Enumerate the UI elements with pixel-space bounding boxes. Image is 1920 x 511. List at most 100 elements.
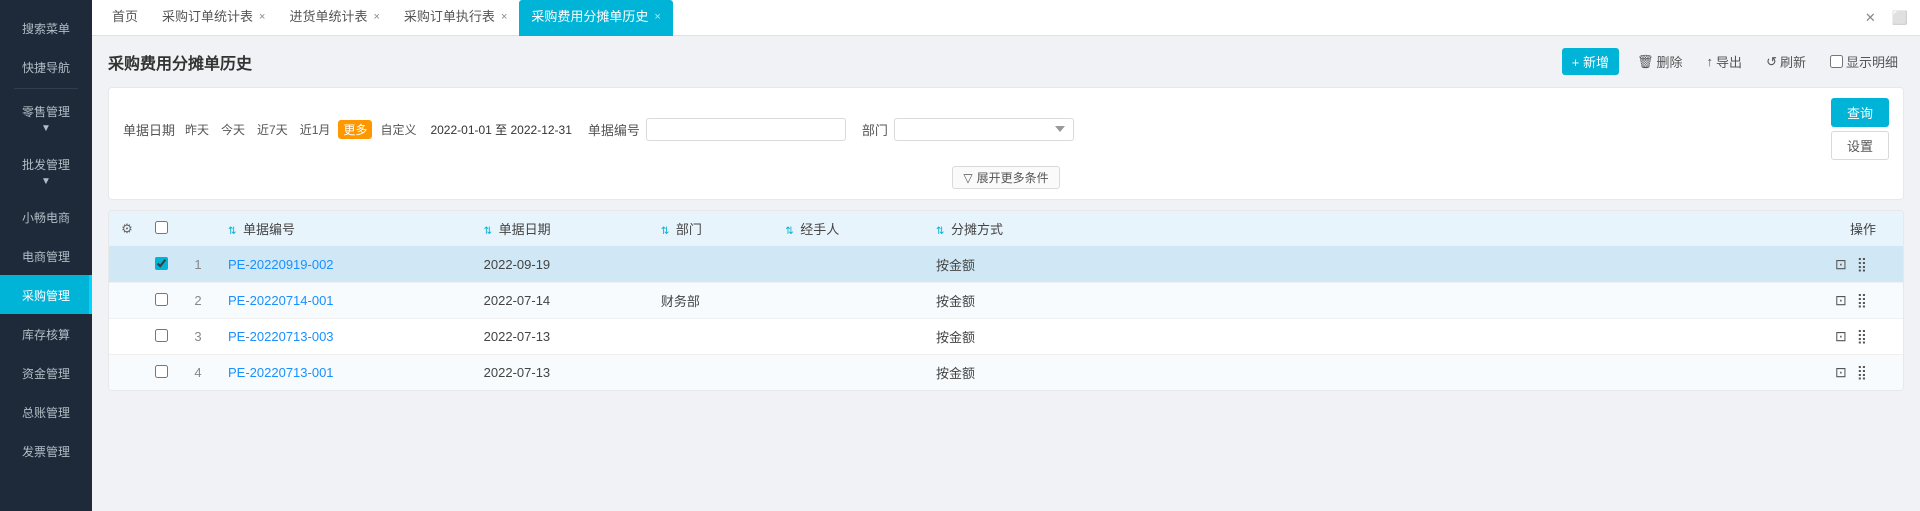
row-checkbox-3[interactable] [155, 329, 168, 342]
row-view-btn-4[interactable]: ⊡ [1833, 362, 1849, 383]
tab-goods-stats[interactable]: 进货单统计表 × [277, 0, 391, 36]
row-more-btn-1[interactable]: ⣿ [1855, 254, 1869, 275]
row-docno-2: PE-20220714-001 [218, 283, 474, 319]
sidebar-item-shortcuts[interactable]: 快捷导航 [0, 47, 92, 86]
sort-icon-handler: ⇅ [785, 226, 793, 237]
row-actions-2: ⊡ ⣿ [1823, 283, 1903, 319]
row-num-3: 3 [178, 319, 218, 355]
row-actions-group-2: ⊡ ⣿ [1833, 290, 1893, 311]
restore-window-button[interactable]: ⬜ [1888, 8, 1912, 28]
th-checkbox [145, 211, 178, 247]
th-num [178, 211, 218, 247]
shortcut-custom[interactable]: 自定义 [376, 120, 420, 139]
table-row: 3 PE-20220713-003 2022-07-13 按金额 ⊡ ⣿ [109, 319, 1903, 355]
page-title: 采购费用分摊单历史 [108, 50, 252, 74]
main-content: 首页 采购订单统计表 × 进货单统计表 × 采购订单执行表 × 采购费用分摊单历… [92, 0, 1920, 511]
row-checkbox-cell-2 [145, 283, 178, 319]
gear-icon[interactable]: ⚙ [121, 221, 133, 236]
row-dept-3 [651, 319, 775, 355]
row-docno-link-4[interactable]: PE-20220713-001 [228, 365, 334, 380]
row-docno-1: PE-20220919-002 [218, 247, 474, 283]
show-columns-button[interactable]: 显示明细 [1824, 49, 1904, 74]
row-docno-link-1[interactable]: PE-20220919-002 [228, 257, 334, 272]
close-window-button[interactable]: ✕ [1861, 8, 1880, 28]
date-shortcuts: 昨天 今天 近7天 近1月 更多 自定义 [181, 120, 420, 139]
shortcut-7days[interactable]: 近7天 [253, 120, 292, 139]
th-handler: ⇅ 经手人 [775, 211, 926, 247]
row-view-btn-2[interactable]: ⊡ [1833, 290, 1849, 311]
row-more-btn-4[interactable]: ⣿ [1855, 362, 1869, 383]
th-dept: ⇅ 部门 [651, 211, 775, 247]
tab-close-purchase-exec[interactable]: × [501, 0, 507, 35]
tab-purchase-cost-history[interactable]: 采购费用分摊单历史 × [519, 0, 672, 36]
row-actions-4: ⊡ ⣿ [1823, 355, 1903, 391]
settings-button[interactable]: 设置 [1831, 131, 1889, 160]
filter-expand-row: ▽ 展开更多条件 [123, 166, 1889, 189]
tab-close-purchase-stats[interactable]: × [259, 0, 265, 35]
data-table: ⚙ ⇅ 单据编号 ⇅ 单据日期 [109, 211, 1903, 390]
sidebar-item-purchase[interactable]: 采购管理 [0, 275, 92, 314]
export-button[interactable]: ↑ 导出 [1701, 49, 1749, 74]
filter-section: 单据日期 昨天 今天 近7天 近1月 更多 自定义 2022-01-01 至 2… [108, 87, 1904, 200]
select-all-checkbox[interactable] [155, 221, 168, 234]
row-num-2: 2 [178, 283, 218, 319]
tab-close-goods-stats[interactable]: × [373, 0, 379, 35]
tab-close-cost-history[interactable]: × [654, 0, 660, 35]
row-more-btn-2[interactable]: ⣿ [1855, 290, 1869, 311]
sidebar: 搜索菜单 快捷导航 零售管理 ▼ 批发管理 ▼ 小畅电商 电商管理 采购管理 库… [0, 0, 92, 511]
dept-select[interactable]: 财务部 [894, 118, 1074, 141]
sidebar-item-invoice[interactable]: 发票管理 [0, 431, 92, 470]
row-handler-2 [775, 283, 926, 319]
row-docno-link-3[interactable]: PE-20220713-003 [228, 329, 334, 344]
sidebar-item-ledger[interactable]: 总账管理 [0, 392, 92, 431]
header-actions: + 新增 🗑 删除 ↑ 导出 ↺ 刷新 显示明细 [1562, 48, 1904, 75]
row-method-3: 按金额 [926, 319, 1823, 355]
row-num-1: 1 [178, 247, 218, 283]
sidebar-item-ecom-small[interactable]: 小畅电商 [0, 197, 92, 236]
shortcut-yesterday[interactable]: 昨天 [181, 120, 213, 139]
row-date-1: 2022-09-19 [474, 247, 651, 283]
sidebar-item-search[interactable]: 搜索菜单 [0, 8, 92, 47]
row-dept-2: 财务部 [651, 283, 775, 319]
row-checkbox-4[interactable] [155, 365, 168, 378]
delete-icon: 🗑 [1637, 54, 1654, 70]
shortcut-today[interactable]: 今天 [217, 120, 249, 139]
query-button[interactable]: 查询 [1831, 98, 1889, 127]
dept-select-wrap: 财务部 [894, 118, 1074, 141]
refresh-icon: ↺ [1766, 54, 1777, 70]
show-columns-checkbox[interactable] [1830, 55, 1843, 68]
table-row: 2 PE-20220714-001 2022-07-14 财务部 按金额 ⊡ ⣿ [109, 283, 1903, 319]
row-view-btn-3[interactable]: ⊡ [1833, 326, 1849, 347]
tab-home[interactable]: 首页 [100, 0, 150, 36]
sidebar-item-inventory[interactable]: 库存核算 [0, 314, 92, 353]
row-actions-3: ⊡ ⣿ [1823, 319, 1903, 355]
sidebar-item-retail[interactable]: 零售管理 ▼ [0, 91, 92, 144]
expand-more-button[interactable]: ▽ 展开更多条件 [952, 166, 1059, 189]
tab-purchase-exec[interactable]: 采购订单执行表 × [392, 0, 519, 36]
docno-label: 单据编号 [588, 120, 640, 139]
row-checkbox-1[interactable] [155, 257, 168, 270]
row-gear-1 [109, 247, 145, 283]
row-view-btn-1[interactable]: ⊡ [1833, 254, 1849, 275]
row-more-btn-3[interactable]: ⣿ [1855, 326, 1869, 347]
row-checkbox-cell-3 [145, 319, 178, 355]
sidebar-item-ecom[interactable]: 电商管理 [0, 236, 92, 275]
row-handler-1 [775, 247, 926, 283]
delete-button[interactable]: 🗑 删除 [1631, 49, 1689, 74]
row-checkbox-2[interactable] [155, 293, 168, 306]
shortcut-1month[interactable]: 近1月 [296, 120, 335, 139]
docno-input[interactable] [646, 118, 846, 141]
refresh-button[interactable]: ↺ 刷新 [1760, 49, 1812, 74]
chevron-down-icon: ▼ [41, 123, 51, 134]
tab-purchase-stats[interactable]: 采购订单统计表 × [150, 0, 277, 36]
th-method: ⇅ 分摊方式 [926, 211, 1823, 247]
shortcut-more[interactable]: 更多 [338, 120, 372, 139]
sidebar-item-wholesale[interactable]: 批发管理 ▼ [0, 144, 92, 197]
table-body: 1 PE-20220919-002 2022-09-19 按金额 ⊡ ⣿ 2 P… [109, 247, 1903, 391]
row-docno-link-2[interactable]: PE-20220714-001 [228, 293, 334, 308]
row-date-3: 2022-07-13 [474, 319, 651, 355]
filter-dept-item: 部门 财务部 [862, 118, 1074, 141]
add-button[interactable]: + 新增 [1562, 48, 1619, 75]
row-actions-group-3: ⊡ ⣿ [1833, 326, 1893, 347]
sidebar-item-finance[interactable]: 资金管理 [0, 353, 92, 392]
